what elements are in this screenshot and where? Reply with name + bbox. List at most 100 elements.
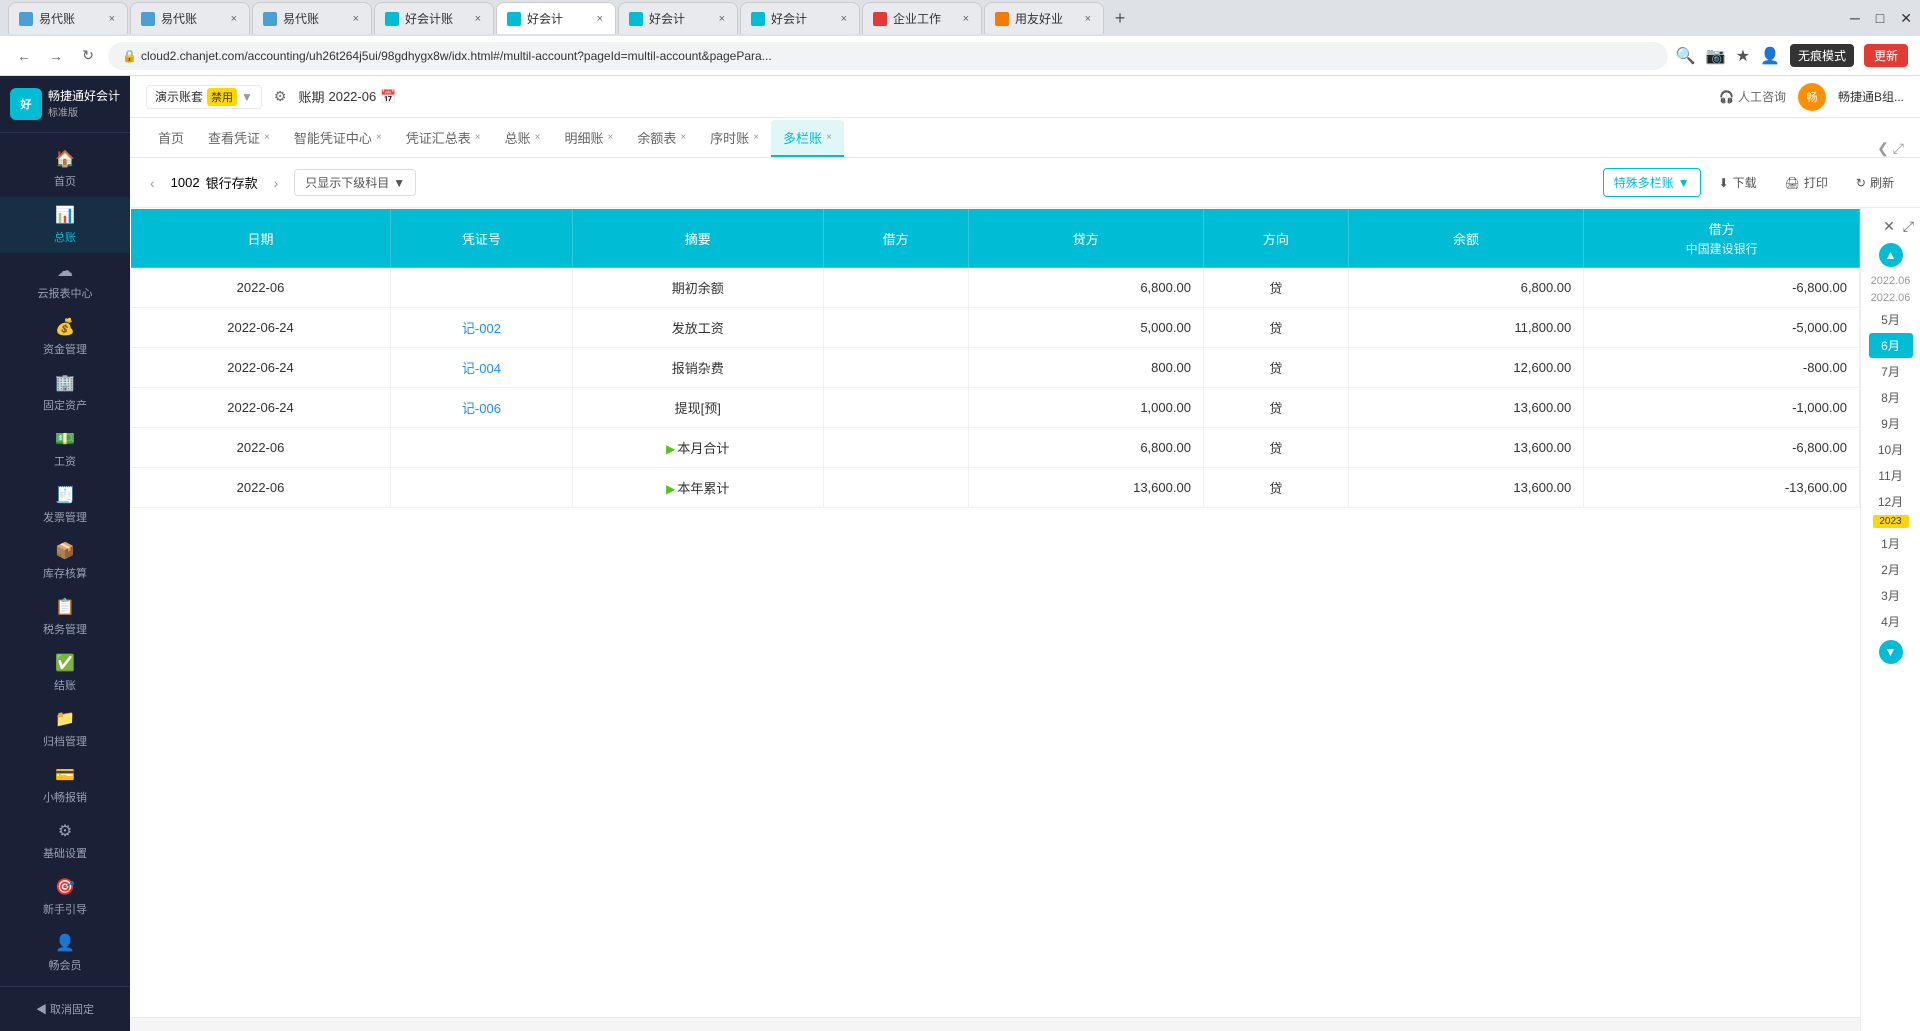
browser-tab-2[interactable]: 易代账 × bbox=[130, 2, 250, 34]
next-account-button[interactable]: › bbox=[270, 173, 283, 193]
demo-dropdown-icon[interactable]: ▼ bbox=[241, 90, 253, 104]
expand-icon[interactable]: ⤢ bbox=[1893, 140, 1904, 157]
settings-cog-button[interactable]: ⚙ bbox=[274, 88, 287, 105]
tab-detail-ledger[interactable]: 明细账 × bbox=[552, 120, 625, 157]
browser-tab-5[interactable]: 好会计 × bbox=[496, 2, 616, 34]
tab-sequence-ledger[interactable]: 序时账 × bbox=[698, 120, 771, 157]
tab-close-3[interactable]: × bbox=[351, 11, 361, 27]
panel-expand-icon[interactable]: ⤢ bbox=[1901, 216, 1916, 237]
sidebar-item-assets[interactable]: 🏢 固定资产 bbox=[0, 365, 130, 421]
tab-close-1[interactable]: × bbox=[107, 11, 117, 27]
refresh-button[interactable]: ↻ 刷新 bbox=[1846, 169, 1904, 196]
browser-tab-1[interactable]: 易代账 × bbox=[8, 2, 128, 34]
consult-button[interactable]: 🎧 人工咨询 bbox=[1719, 88, 1786, 105]
tab-voucher-summary[interactable]: 凭证汇总表 × bbox=[394, 120, 493, 157]
tab-close-8[interactable]: × bbox=[961, 11, 971, 27]
show-sub-accounts-button[interactable]: 只显示下级科目 ▼ bbox=[294, 169, 416, 196]
forward-button[interactable]: → bbox=[44, 44, 68, 68]
sidebar-item-ledger[interactable]: 📊 总账 bbox=[0, 197, 130, 253]
prev-account-button[interactable]: ‹ bbox=[146, 173, 159, 193]
month-item-2023-4[interactable]: 4月 bbox=[1869, 609, 1913, 634]
minimize-button[interactable]: ─ bbox=[1850, 10, 1860, 26]
maximize-button[interactable]: □ bbox=[1876, 10, 1884, 26]
tab-view-voucher[interactable]: 查看凭证 × bbox=[196, 120, 282, 157]
sidebar-item-settlement[interactable]: ✅ 结账 bbox=[0, 645, 130, 701]
month-item-11[interactable]: 11月 bbox=[1869, 463, 1913, 488]
voucher-link[interactable]: 记-002 bbox=[390, 308, 572, 348]
month-item-6[interactable]: 6月 bbox=[1869, 333, 1913, 358]
month-item-2023-1[interactable]: 1月 bbox=[1869, 531, 1913, 556]
sidebar-item-salary[interactable]: 💵 工资 bbox=[0, 421, 130, 477]
browser-tab-4[interactable]: 好会计账 × bbox=[374, 2, 494, 34]
close-tab-view-voucher[interactable]: × bbox=[264, 132, 270, 143]
sidebar-item-expense[interactable]: 💳 小畅报销 bbox=[0, 757, 130, 813]
user-avatar[interactable]: 畅 bbox=[1798, 83, 1826, 111]
sidebar-item-tax[interactable]: 📋 税务管理 bbox=[0, 589, 130, 645]
month-item-5[interactable]: 5月 bbox=[1869, 307, 1913, 332]
special-multi-button[interactable]: 特殊多栏账 ▼ bbox=[1603, 168, 1701, 197]
month-item-2023-3[interactable]: 3月 bbox=[1869, 583, 1913, 608]
no-trace-button[interactable]: 无痕模式 bbox=[1790, 44, 1854, 67]
sidebar-item-fund[interactable]: 💰 资金管理 bbox=[0, 309, 130, 365]
tab-close-2[interactable]: × bbox=[229, 11, 239, 27]
back-button[interactable]: ← bbox=[12, 44, 36, 68]
tab-multi-column[interactable]: 多栏账 × bbox=[771, 120, 844, 157]
sidebar-item-archive[interactable]: 📁 归档管理 bbox=[0, 701, 130, 757]
close-tab-detail-ledger[interactable]: × bbox=[607, 132, 613, 143]
browser-tab-9[interactable]: 用友好业 × bbox=[984, 2, 1104, 34]
tab-general-ledger[interactable]: 总账 × bbox=[493, 120, 553, 157]
tab-close-9[interactable]: × bbox=[1083, 11, 1093, 27]
search-icon[interactable]: 🔍 bbox=[1676, 46, 1696, 66]
tab-home[interactable]: 首页 bbox=[146, 120, 196, 157]
month-item-2023-2[interactable]: 2月 bbox=[1869, 557, 1913, 582]
close-tab-multi-column[interactable]: × bbox=[826, 132, 832, 143]
close-tab-balance-table[interactable]: × bbox=[680, 132, 686, 143]
camera-icon[interactable]: 📷 bbox=[1706, 46, 1726, 66]
tab-close-6[interactable]: × bbox=[717, 11, 727, 27]
bookmark-icon[interactable]: ★ bbox=[1736, 46, 1750, 66]
new-tab-button[interactable]: + bbox=[1106, 4, 1134, 32]
download-button[interactable]: ⬇ 下载 bbox=[1709, 169, 1767, 196]
sidebar-item-inventory[interactable]: 📦 库存核算 bbox=[0, 533, 130, 589]
sidebar-item-guide[interactable]: 🎯 新手引导 bbox=[0, 869, 130, 925]
collapse-right-icon[interactable]: ❮ bbox=[1877, 140, 1889, 157]
calendar-icon[interactable]: 📅 bbox=[380, 89, 396, 105]
month-item-9[interactable]: 9月 bbox=[1869, 411, 1913, 436]
month-item-12[interactable]: 12月 bbox=[1869, 489, 1913, 514]
sidebar-item-invoice[interactable]: 🧾 发票管理 bbox=[0, 477, 130, 533]
month-item-8[interactable]: 8月 bbox=[1869, 385, 1913, 410]
sidebar-item-home[interactable]: 🏠 首页 bbox=[0, 141, 130, 197]
voucher-link[interactable]: 记-006 bbox=[390, 388, 572, 428]
update-button[interactable]: 更新 bbox=[1864, 44, 1908, 67]
scroll-down-button[interactable]: ▼ bbox=[1879, 640, 1903, 664]
unpin-button[interactable]: ◀ 取消固定 bbox=[0, 995, 130, 1023]
month-item-10[interactable]: 10月 bbox=[1869, 437, 1913, 462]
close-tab-sequence-ledger[interactable]: × bbox=[753, 132, 759, 143]
scroll-up-button[interactable]: ▲ bbox=[1879, 243, 1903, 267]
close-button[interactable]: ✕ bbox=[1900, 10, 1912, 27]
url-input[interactable]: 🔒 cloud2.chanjet.com/accounting/uh26t264… bbox=[108, 42, 1668, 70]
tab-smart-voucher[interactable]: 智能凭证中心 × bbox=[282, 120, 394, 157]
close-tab-general-ledger[interactable]: × bbox=[535, 132, 541, 143]
close-tab-voucher-summary[interactable]: × bbox=[475, 132, 481, 143]
browser-tab-7[interactable]: 好会计 × bbox=[740, 2, 860, 34]
tab-close-5[interactable]: × bbox=[595, 11, 605, 27]
sidebar-item-cloud-report[interactable]: ☁ 云报表中心 bbox=[0, 253, 130, 309]
profile-icon[interactable]: 👤 bbox=[1760, 46, 1780, 66]
bottom-scrollbar[interactable] bbox=[130, 1017, 1860, 1031]
tab-close-7[interactable]: × bbox=[839, 11, 849, 27]
voucher-link[interactable]: 记-004 bbox=[390, 348, 572, 388]
browser-tab-8[interactable]: 企业工作 × bbox=[862, 2, 982, 34]
tab-close-4[interactable]: × bbox=[473, 11, 483, 27]
browser-tab-6[interactable]: 好会计 × bbox=[618, 2, 738, 34]
panel-close-icon[interactable]: ✕ bbox=[1881, 216, 1897, 237]
sidebar-item-member[interactable]: 👤 畅会员 bbox=[0, 925, 130, 981]
sidebar-item-settings[interactable]: ⚙ 基础设置 bbox=[0, 813, 130, 869]
refresh-nav-button[interactable]: ↻ bbox=[76, 44, 100, 68]
ledger-table-wrap[interactable]: 日期 凭证号 摘要 借方 贷方 方向 余额 借方 中国建 bbox=[130, 208, 1860, 1017]
print-button[interactable]: 🖨 打印 bbox=[1775, 169, 1838, 196]
month-item-7[interactable]: 7月 bbox=[1869, 359, 1913, 384]
close-tab-smart-voucher[interactable]: × bbox=[376, 132, 382, 143]
tab-balance-table[interactable]: 余额表 × bbox=[625, 120, 698, 157]
browser-tab-3[interactable]: 易代账 × bbox=[252, 2, 372, 34]
